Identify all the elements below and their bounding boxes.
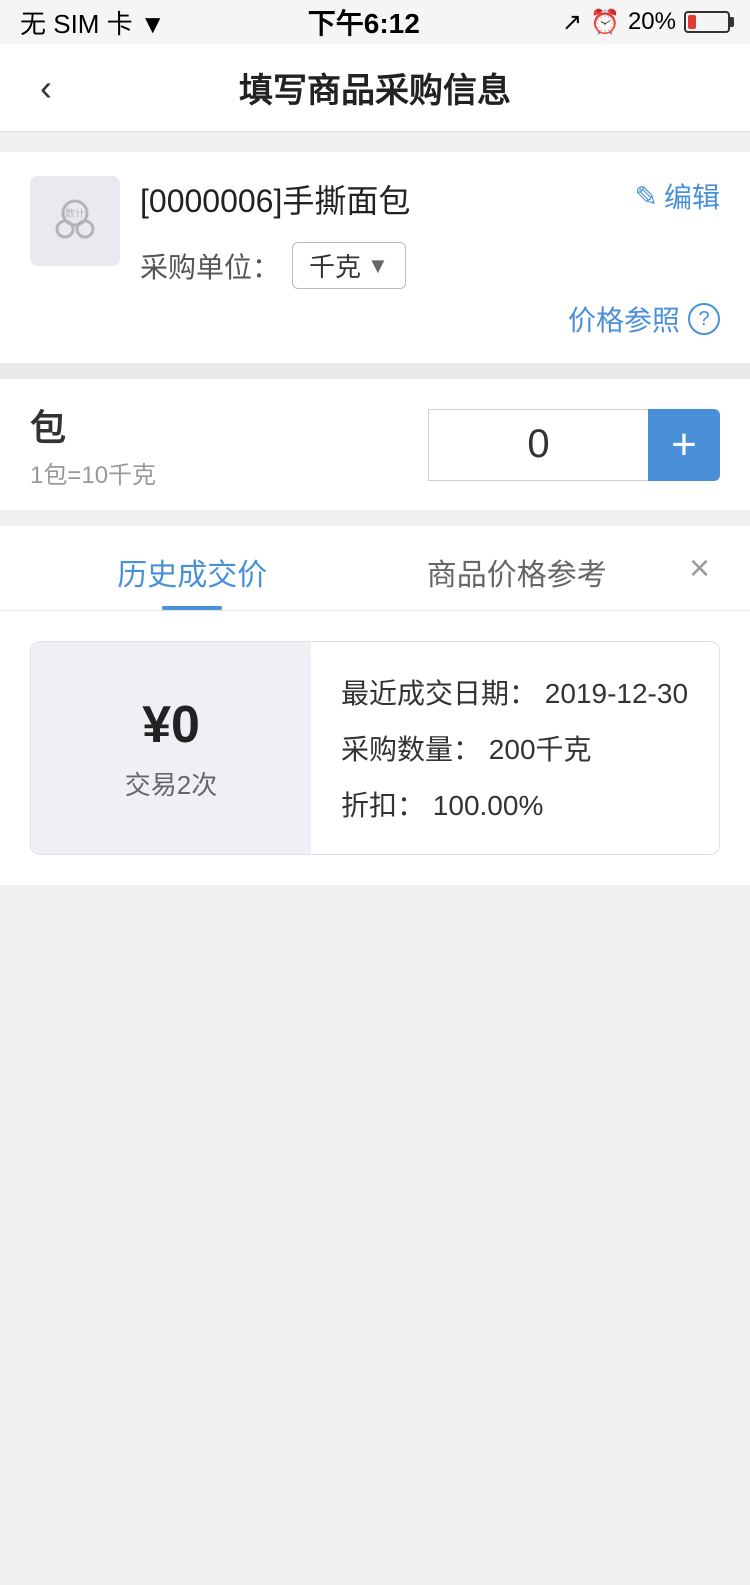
edit-label: 编辑 [664, 176, 720, 216]
quantity-control: 0 + [428, 409, 720, 481]
product-logo-icon: 数计 [45, 191, 105, 251]
back-button[interactable]: ‹ [30, 57, 62, 119]
price-reference-link[interactable]: 价格参照 ? [568, 299, 720, 339]
svg-text:数计: 数计 [65, 207, 85, 220]
page-title: 填写商品采购信息 [239, 63, 511, 112]
status-time: 下午6:12 [308, 2, 420, 42]
discount-row: 折扣： 100.00% [341, 784, 689, 824]
card-area: ¥0 交易2次 最近成交日期： 2019-12-30 采购数量： 200千克 折… [0, 611, 750, 885]
alarm-icon: ⏰ [590, 8, 620, 37]
product-name: [0000006]手撕面包 [140, 176, 410, 222]
transaction-card: ¥0 交易2次 最近成交日期： 2019-12-30 采购数量： 200千克 折… [30, 641, 720, 855]
edit-icon: ✎ [635, 180, 658, 213]
unit-label-block: 包 1包=10千克 [30, 399, 156, 490]
tab-product-price-ref[interactable]: 商品价格参考 [354, 526, 678, 610]
price-value: 0 [171, 696, 200, 754]
purchase-qty-row: 采购数量： 200千克 [341, 728, 689, 768]
product-info: [0000006]手撕面包 采购单位： 千克 ▼ [140, 176, 410, 289]
price-ref-help-icon: ? [688, 303, 720, 335]
status-bar: 无 SIM 卡 ▼ 下午6:12 ↗ ⏰ 20% [0, 0, 750, 44]
card-price-section: ¥0 交易2次 [31, 642, 311, 854]
price-ref-label: 价格参照 [568, 299, 680, 339]
close-button[interactable]: × [679, 537, 720, 599]
quantity-input[interactable]: 0 [428, 409, 648, 481]
trade-count-label: 交易2次 [125, 765, 217, 802]
discount-value: 100.00% [433, 790, 544, 821]
unit-select[interactable]: 千克 ▼ [292, 242, 406, 289]
bottom-panel: 历史成交价 商品价格参考 × ¥0 交易2次 最近成交日期： 2019-12-3… [0, 526, 750, 885]
unit-label-text: 采购单位： [140, 246, 280, 286]
purchase-qty-value: 200千克 [489, 734, 592, 765]
product-unit-row: 采购单位： 千克 ▼ [140, 242, 410, 289]
status-right: ↗ ⏰ 20% [562, 8, 730, 37]
quantity-unit-main: 包 [30, 399, 156, 451]
tab-active-indicator [162, 606, 222, 610]
quantity-plus-button[interactable]: + [648, 409, 720, 481]
quantity-unit-sub: 1包=10千克 [30, 455, 156, 490]
unit-dropdown-icon: ▼ [367, 253, 389, 279]
status-left: 无 SIM 卡 ▼ [20, 4, 166, 41]
page-background [0, 885, 750, 1585]
unit-value: 千克 [309, 247, 361, 284]
card-price-display: ¥0 [142, 695, 200, 755]
purchase-qty-label: 采购数量： [341, 734, 481, 765]
tab-history-price[interactable]: 历史成交价 [30, 526, 354, 610]
recent-date-row: 最近成交日期： 2019-12-30 [341, 672, 689, 712]
location-icon: ↗ [562, 8, 582, 37]
battery-percent: 20% [628, 8, 676, 36]
nav-bar: ‹ 填写商品采购信息 [0, 44, 750, 132]
discount-label: 折扣： [341, 790, 425, 821]
battery-icon [684, 11, 730, 33]
quantity-row: 包 1包=10千克 0 + [0, 379, 750, 510]
edit-button[interactable]: ✎ 编辑 [635, 176, 720, 216]
currency-symbol: ¥ [142, 696, 171, 754]
card-detail-section: 最近成交日期： 2019-12-30 采购数量： 200千克 折扣： 100.0… [311, 642, 719, 854]
section-divider [0, 363, 750, 379]
sim-label: 无 SIM 卡 ▼ [20, 4, 166, 41]
product-card: 数计 [0000006]手撕面包 采购单位： 千克 ▼ ✎ 编辑 价格参照 [0, 152, 750, 363]
product-thumbnail: 数计 [30, 176, 120, 266]
recent-date-value: 2019-12-30 [545, 678, 688, 709]
recent-date-label: 最近成交日期： [341, 678, 537, 709]
tab-bar: 历史成交价 商品价格参考 × [0, 526, 750, 611]
